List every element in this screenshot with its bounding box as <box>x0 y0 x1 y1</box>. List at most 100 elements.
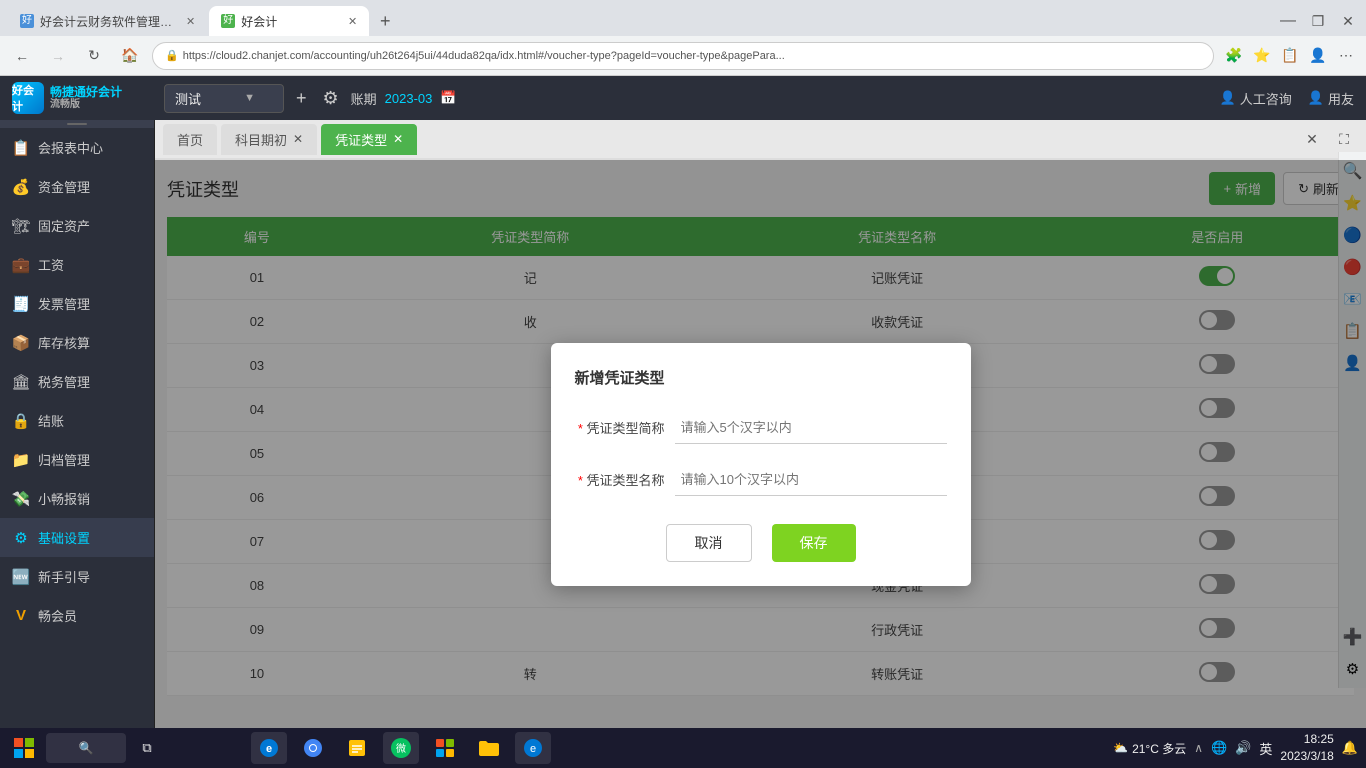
sidebar-item-tax[interactable]: 🏛 税务管理 <box>0 362 154 401</box>
tab-home-label: 首页 <box>177 130 203 149</box>
sidebar-item-label-member: 畅会员 <box>38 606 77 625</box>
sidebar-item-invoice[interactable]: 🧾 发票管理 <box>0 284 154 323</box>
app-header-right: 👤 人工咨询 👤 用友 <box>1220 89 1354 108</box>
extensions-button[interactable]: 🧩 <box>1222 44 1246 68</box>
forward-button[interactable]: → <box>44 42 72 70</box>
sidebar-item-label-settings: 基础设置 <box>38 528 90 547</box>
close-button[interactable]: ✕ <box>1334 7 1362 35</box>
add-company-button[interactable]: + <box>292 84 311 113</box>
account-button[interactable]: 👤 <box>1306 44 1330 68</box>
sidebar-item-expense[interactable]: 💸 小畅报销 <box>0 479 154 518</box>
sidebar-item-archive[interactable]: 📁 归档管理 <box>0 440 154 479</box>
url-input[interactable]: 🔒 https://cloud2.chanjet.com/accounting/… <box>152 42 1214 70</box>
content-maximize-button[interactable]: ⛶ <box>1330 125 1358 153</box>
taskbar-app-folder[interactable] <box>471 732 507 764</box>
lang-indicator[interactable]: 英 <box>1259 739 1272 758</box>
modal-overlay: 新增凭证类型 凭证类型简称 凭证类型名称 <box>155 160 1366 768</box>
sidebar-item-label-fixed-assets: 固定资产 <box>38 216 90 235</box>
restore-button[interactable]: ❐ <box>1304 7 1332 35</box>
sidebar-item-member[interactable]: V 畅会员 <box>0 596 154 635</box>
tab-voucher-type-close[interactable]: ✕ <box>393 132 403 146</box>
sidebar-item-dashboard[interactable]: 📋 会报表中心 <box>0 128 154 167</box>
save-button[interactable]: 保存 <box>772 524 856 562</box>
taskbar-time[interactable]: 18:25 2023/3/18 <box>1280 731 1333 765</box>
notification-button[interactable]: 🔔 <box>1342 740 1358 756</box>
volume-icon: 🔊 <box>1235 740 1251 756</box>
expense-icon: 💸 <box>12 490 30 508</box>
minimize-button[interactable]: — <box>1274 7 1302 35</box>
taskbar-app-wechat[interactable]: 微 <box>383 732 419 764</box>
home-button[interactable]: 🏠 <box>116 42 144 70</box>
settings-button[interactable]: ⚙ <box>319 84 343 113</box>
tab-1-favicon: 好 <box>20 14 34 28</box>
tab-2-close[interactable]: ✕ <box>348 15 357 28</box>
new-tab-button[interactable]: + <box>371 7 399 35</box>
collections-button[interactable]: 📋 <box>1278 44 1302 68</box>
short-input[interactable] <box>675 412 947 444</box>
name-input[interactable] <box>675 464 947 496</box>
tab-2-title: 好会计 <box>241 13 277 30</box>
fixed-assets-icon: 🏗 <box>12 217 30 235</box>
payroll-icon: 💼 <box>12 256 30 274</box>
sidebar-item-fixed-assets[interactable]: 🏗 固定资产 <box>0 206 154 245</box>
favorites-button[interactable]: ⭐ <box>1250 44 1274 68</box>
tab-subject[interactable]: 科目期初 ✕ <box>221 124 317 155</box>
invoice-icon: 🧾 <box>12 295 30 313</box>
start-button[interactable] <box>8 732 40 764</box>
tab-1-close[interactable]: ✕ <box>186 15 195 28</box>
refresh-button[interactable]: ↻ <box>80 42 108 70</box>
taskbar-apps: e 微 <box>168 732 635 764</box>
taskbar-app-file[interactable] <box>339 732 375 764</box>
sidebar-item-settings[interactable]: ⚙ 基础设置 <box>0 518 154 557</box>
modal-footer: 取消 保存 <box>575 524 947 562</box>
form-row-name: 凭证类型名称 <box>575 464 947 496</box>
tab-subject-label: 科目期初 <box>235 130 287 149</box>
closing-icon: 🔒 <box>12 412 30 430</box>
tab-2[interactable]: 好 好会计 ✕ <box>209 6 369 36</box>
content-close-button[interactable]: ✕ <box>1298 125 1326 153</box>
sidebar-item-label-fund: 资金管理 <box>38 177 90 196</box>
app-header: 好会计 畅捷通好会计 流畅版 测试 ▼ + ⚙ 账期 2023-03 📅 <box>0 76 1366 120</box>
user-icon: 👤 <box>1308 90 1324 106</box>
logo-sub: 流畅版 <box>50 99 122 111</box>
sidebar-item-label-closing: 结账 <box>38 411 64 430</box>
form-row-short: 凭证类型简称 <box>575 412 947 444</box>
address-bar: ← → ↻ 🏠 🔒 https://cloud2.chanjet.com/acc… <box>0 36 1366 76</box>
taskbar-arrow-up[interactable]: ∧ <box>1194 741 1203 755</box>
tab-subject-close[interactable]: ✕ <box>293 132 303 146</box>
sidebar-item-label-tax: 税务管理 <box>38 372 90 391</box>
cancel-button[interactable]: 取消 <box>666 524 752 562</box>
sidebar-item-inventory[interactable]: 📦 库存核算 <box>0 323 154 362</box>
short-label: 凭证类型简称 <box>575 418 665 437</box>
sidebar-item-guide[interactable]: 🆕 新手引导 <box>0 557 154 596</box>
sidebar-item-fund[interactable]: 💰 资金管理 <box>0 167 154 206</box>
period-icon[interactable]: 📅 <box>440 90 456 106</box>
taskbar-app-store[interactable] <box>427 732 463 764</box>
user-label: 用友 <box>1328 89 1354 108</box>
user-button[interactable]: 👤 用友 <box>1308 89 1354 108</box>
taskbar-app-edge[interactable]: e <box>251 732 287 764</box>
tab-home[interactable]: 首页 <box>163 124 217 155</box>
logo-icon: 好会计 <box>12 82 44 114</box>
more-button[interactable]: ⋯ <box>1334 44 1358 68</box>
back-button[interactable]: ← <box>8 42 36 70</box>
taskbar-search[interactable]: 🔍 <box>46 733 126 763</box>
consult-icon: 👤 <box>1220 90 1236 106</box>
tab-voucher-type[interactable]: 凭证类型 ✕ <box>321 124 417 155</box>
sidebar-item-payroll[interactable]: 💼 工资 <box>0 245 154 284</box>
sidebar-item-label-inventory: 库存核算 <box>38 333 90 352</box>
tab-voucher-type-label: 凭证类型 <box>335 130 387 149</box>
sidebar-item-closing[interactable]: 🔒 结账 <box>0 401 154 440</box>
tab-1[interactable]: 好 好会计云财务软件管理系统_会计 ✕ <box>8 6 207 36</box>
fund-icon: 💰 <box>12 178 30 196</box>
taskbar-app-edge2[interactable]: e <box>515 732 551 764</box>
company-selector[interactable]: 测试 ▼ <box>164 84 284 113</box>
taskbar-app-chrome[interactable] <box>295 732 331 764</box>
taskbar-right: ⛅ 21°C 多云 ∧ 🌐 🔊 英 18:25 2023/3/18 🔔 <box>1113 731 1358 765</box>
taskbar-task-view[interactable]: ⧉ <box>132 733 162 763</box>
guide-icon: 🆕 <box>12 568 30 586</box>
time-display: 18:25 <box>1280 731 1333 748</box>
weather-icon: ⛅ <box>1113 741 1128 755</box>
consult-button[interactable]: 👤 人工咨询 <box>1220 89 1292 108</box>
sidebar-item-label-archive: 归档管理 <box>38 450 90 469</box>
